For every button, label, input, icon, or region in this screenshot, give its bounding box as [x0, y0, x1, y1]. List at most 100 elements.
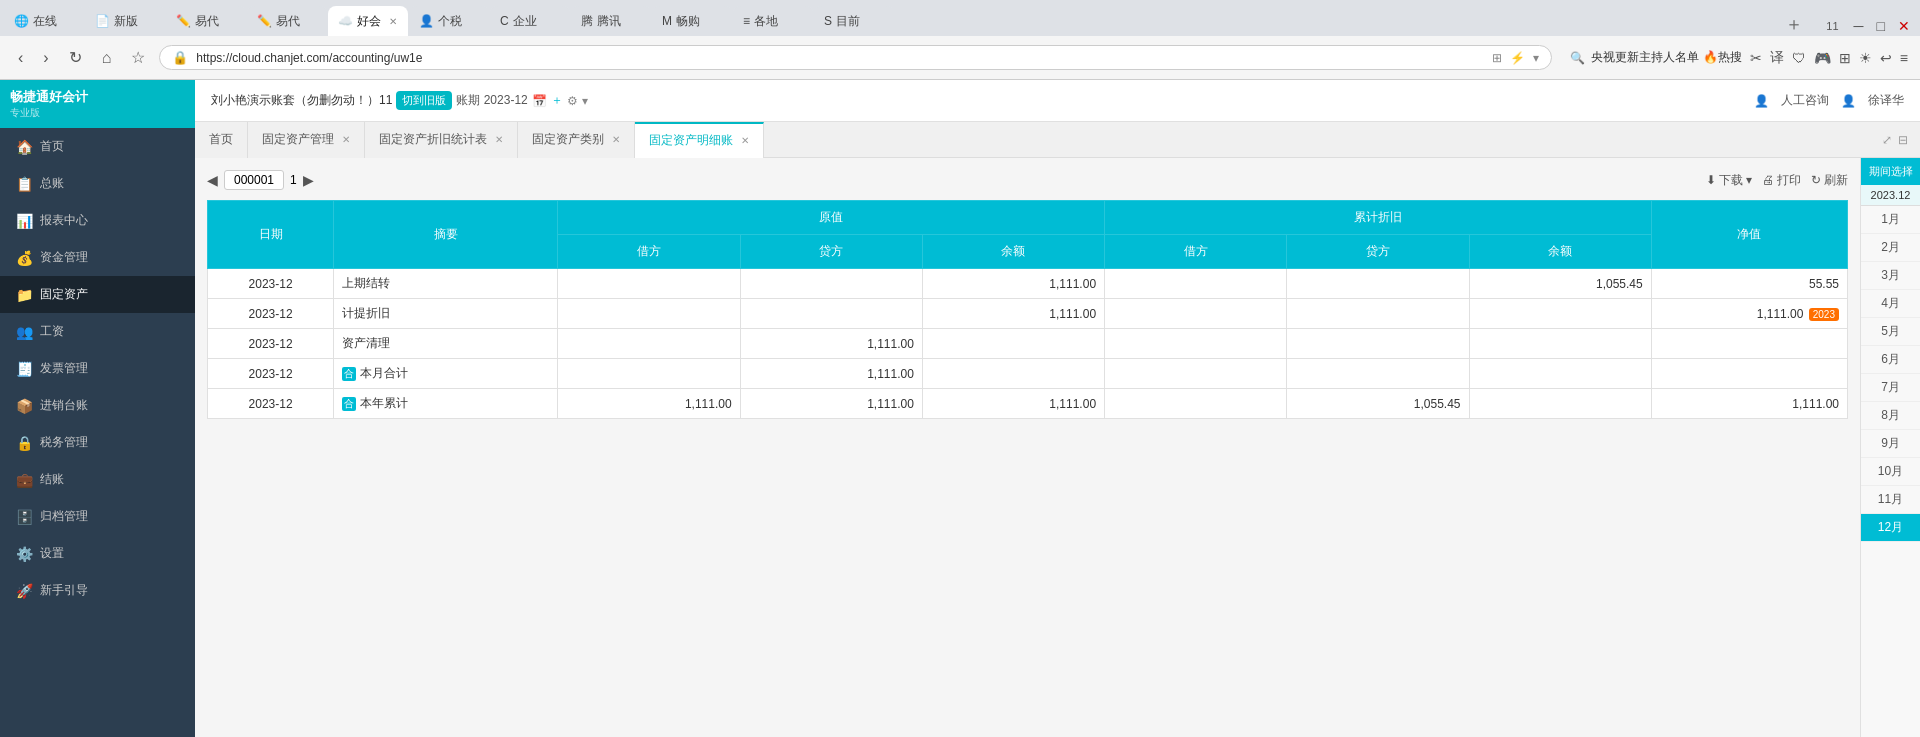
browser-search-box[interactable]: 🔍 央视更新主持人名单 🔥热搜	[1570, 49, 1741, 66]
period-year[interactable]: 2023.12	[1861, 185, 1920, 206]
period-month-5月[interactable]: 5月	[1861, 318, 1920, 346]
sidebar-item-closing[interactable]: 💼结账	[0, 461, 195, 498]
support-text[interactable]: 人工咨询	[1781, 92, 1829, 109]
period-month-7月[interactable]: 7月	[1861, 374, 1920, 402]
grid-icon[interactable]: ⊞	[1839, 50, 1851, 66]
cell-accum-debit	[1105, 329, 1287, 359]
sidebar-item-settings[interactable]: ⚙️设置	[0, 535, 195, 572]
tab-close-fixed-assets-mgmt[interactable]: ✕	[342, 134, 350, 145]
action-buttons: ⬇ 下载 ▾ 🖨 打印 ↻ 刷新	[1706, 172, 1848, 189]
home-button[interactable]: ⌂	[96, 47, 118, 69]
maximize-button[interactable]: □	[1871, 16, 1891, 36]
translate-icon[interactable]: 译	[1770, 49, 1784, 67]
browser-tab-tab10[interactable]: ≡各地	[733, 6, 813, 36]
sidebar-item-report-center[interactable]: 📊报表中心	[0, 202, 195, 239]
sidebar-label-settings: 设置	[40, 545, 64, 562]
sidebar-item-archive-mgmt[interactable]: 🗄️归档管理	[0, 498, 195, 535]
minimize-button[interactable]: ─	[1848, 16, 1870, 36]
print-icon: 🖨	[1762, 173, 1774, 187]
period-month-3月[interactable]: 3月	[1861, 262, 1920, 290]
fullscreen-icon[interactable]: ⤢	[1882, 133, 1892, 147]
browser-tab-tab9[interactable]: M畅购	[652, 6, 732, 36]
next-page-button[interactable]: ▶	[303, 172, 314, 188]
app-tab-asset-category[interactable]: 固定资产类别✕	[518, 122, 635, 158]
browser-tab-tab8[interactable]: 腾腾讯	[571, 6, 651, 36]
refresh-button[interactable]: ↻ 刷新	[1811, 172, 1848, 189]
browser-tab-tab2[interactable]: 📄新版	[85, 6, 165, 36]
period-label: 账期 2023-12	[456, 92, 527, 109]
sidebar-item-general-ledger[interactable]: 📋总账	[0, 165, 195, 202]
brightness-icon[interactable]: ☀	[1859, 50, 1872, 66]
print-button[interactable]: 🖨 打印	[1762, 172, 1801, 189]
period-month-2月[interactable]: 2月	[1861, 234, 1920, 262]
period-month-6月[interactable]: 6月	[1861, 346, 1920, 374]
sidebar-item-tax-mgmt[interactable]: 🔒税务管理	[0, 424, 195, 461]
close-window-button[interactable]: ✕	[1892, 16, 1916, 36]
dropdown-icon[interactable]: ▾	[1746, 173, 1752, 187]
period-month-1月[interactable]: 1月	[1861, 206, 1920, 234]
sidebar-label-invoice-mgmt: 发票管理	[40, 360, 88, 377]
sidebar-item-beginner-guide[interactable]: 🚀新手引导	[0, 572, 195, 609]
collapse-icon[interactable]: ⊟	[1898, 133, 1908, 147]
back-button[interactable]: ‹	[12, 47, 29, 69]
dropdown-arrow[interactable]: ▾	[582, 94, 588, 108]
browser-tab-tab6[interactable]: 👤个税	[409, 6, 489, 36]
tab-close-asset-ledger[interactable]: ✕	[741, 135, 749, 146]
browser-tab-tab1[interactable]: 🌐在线	[4, 6, 84, 36]
sidebar-item-fixed-assets[interactable]: 📁固定资产	[0, 276, 195, 313]
header-original-value: 原值	[558, 201, 1105, 235]
browser-tab-tab11[interactable]: S目前	[814, 6, 894, 36]
period-month-12月[interactable]: 12月	[1861, 514, 1920, 542]
browser-tab-tab4[interactable]: ✏️易代	[247, 6, 327, 36]
sidebar-item-fund-mgmt[interactable]: 💰资金管理	[0, 239, 195, 276]
cell-accum-debit	[1105, 269, 1287, 299]
browser-chrome: 🌐在线📄新版✏️易代✏️易代☁️好会✕👤个税C企业腾腾讯M畅购≡各地S目前 ＋ …	[0, 0, 1920, 80]
page-number-input[interactable]	[224, 170, 284, 190]
browser-tab-tab5[interactable]: ☁️好会✕	[328, 6, 408, 36]
period-month-4月[interactable]: 4月	[1861, 290, 1920, 318]
table-row: 2023-12 合本年累计 1,111.00 1,111.00 1,111.00…	[208, 389, 1848, 419]
cut-icon[interactable]: ✂	[1750, 50, 1762, 66]
sidebar-item-purchase-sales[interactable]: 📦进销台账	[0, 387, 195, 424]
settings-icon[interactable]: ⚙	[567, 94, 578, 108]
forward-button[interactable]: ›	[37, 47, 54, 69]
support-icon: 👤	[1754, 94, 1769, 108]
tab-close-asset-category[interactable]: ✕	[612, 134, 620, 145]
browser-tab-tab7[interactable]: C企业	[490, 6, 570, 36]
app-tab-fixed-assets-mgmt[interactable]: 固定资产管理✕	[248, 122, 365, 158]
sidebar-item-home[interactable]: 🏠首页	[0, 128, 195, 165]
menu-icon[interactable]: ≡	[1900, 50, 1908, 66]
period-month-9月[interactable]: 9月	[1861, 430, 1920, 458]
app-tab-home[interactable]: 首页	[195, 122, 248, 158]
reload-button[interactable]: ↻	[63, 46, 88, 69]
tab-close-depreciation-stat[interactable]: ✕	[495, 134, 503, 145]
period-month-8月[interactable]: 8月	[1861, 402, 1920, 430]
version-badge[interactable]: 切到旧版	[396, 91, 452, 110]
bookmark-button[interactable]: ☆	[125, 46, 151, 69]
shield-icon[interactable]: 🛡	[1792, 50, 1806, 66]
prev-page-button[interactable]: ◀	[207, 172, 218, 188]
cell-date: 2023-12	[208, 269, 334, 299]
undo-icon[interactable]: ↩	[1880, 50, 1892, 66]
period-month-11月[interactable]: 11月	[1861, 486, 1920, 514]
period-month-10月[interactable]: 10月	[1861, 458, 1920, 486]
sidebar-icon-closing: 💼	[16, 472, 32, 488]
url-input-box[interactable]: 🔒 https://cloud.chanjet.com/accounting/u…	[159, 45, 1552, 70]
dropdown-icon[interactable]: ▾	[1533, 51, 1539, 65]
game-icon[interactable]: 🎮	[1814, 50, 1831, 66]
download-button[interactable]: ⬇ 下载 ▾	[1706, 172, 1752, 189]
sidebar-label-fixed-assets: 固定资产	[40, 286, 88, 303]
add-icon[interactable]: ＋	[551, 92, 563, 109]
app-tab-depreciation-stat[interactable]: 固定资产折旧统计表✕	[365, 122, 518, 158]
new-tab-button[interactable]: ＋	[1779, 12, 1809, 36]
cell-orig-balance	[922, 329, 1104, 359]
sidebar-item-invoice-mgmt[interactable]: 🧾发票管理	[0, 350, 195, 387]
cell-accum-credit	[1287, 359, 1469, 389]
app-tab-asset-ledger[interactable]: 固定资产明细账 ✕	[635, 122, 764, 158]
tab-label-asset-ledger: 固定资产明细账	[649, 132, 733, 149]
company-selector[interactable]: 刘小艳演示账套（勿删勿动！）11 切到旧版 账期 2023-12 📅 ＋ ⚙ ▾	[211, 91, 588, 110]
browser-tab-tab3[interactable]: ✏️易代	[166, 6, 246, 36]
subheader-orig-debit: 借方	[558, 235, 740, 269]
tab-count-badge[interactable]: 11	[1818, 16, 1846, 36]
sidebar-item-salary[interactable]: 👥工资	[0, 313, 195, 350]
